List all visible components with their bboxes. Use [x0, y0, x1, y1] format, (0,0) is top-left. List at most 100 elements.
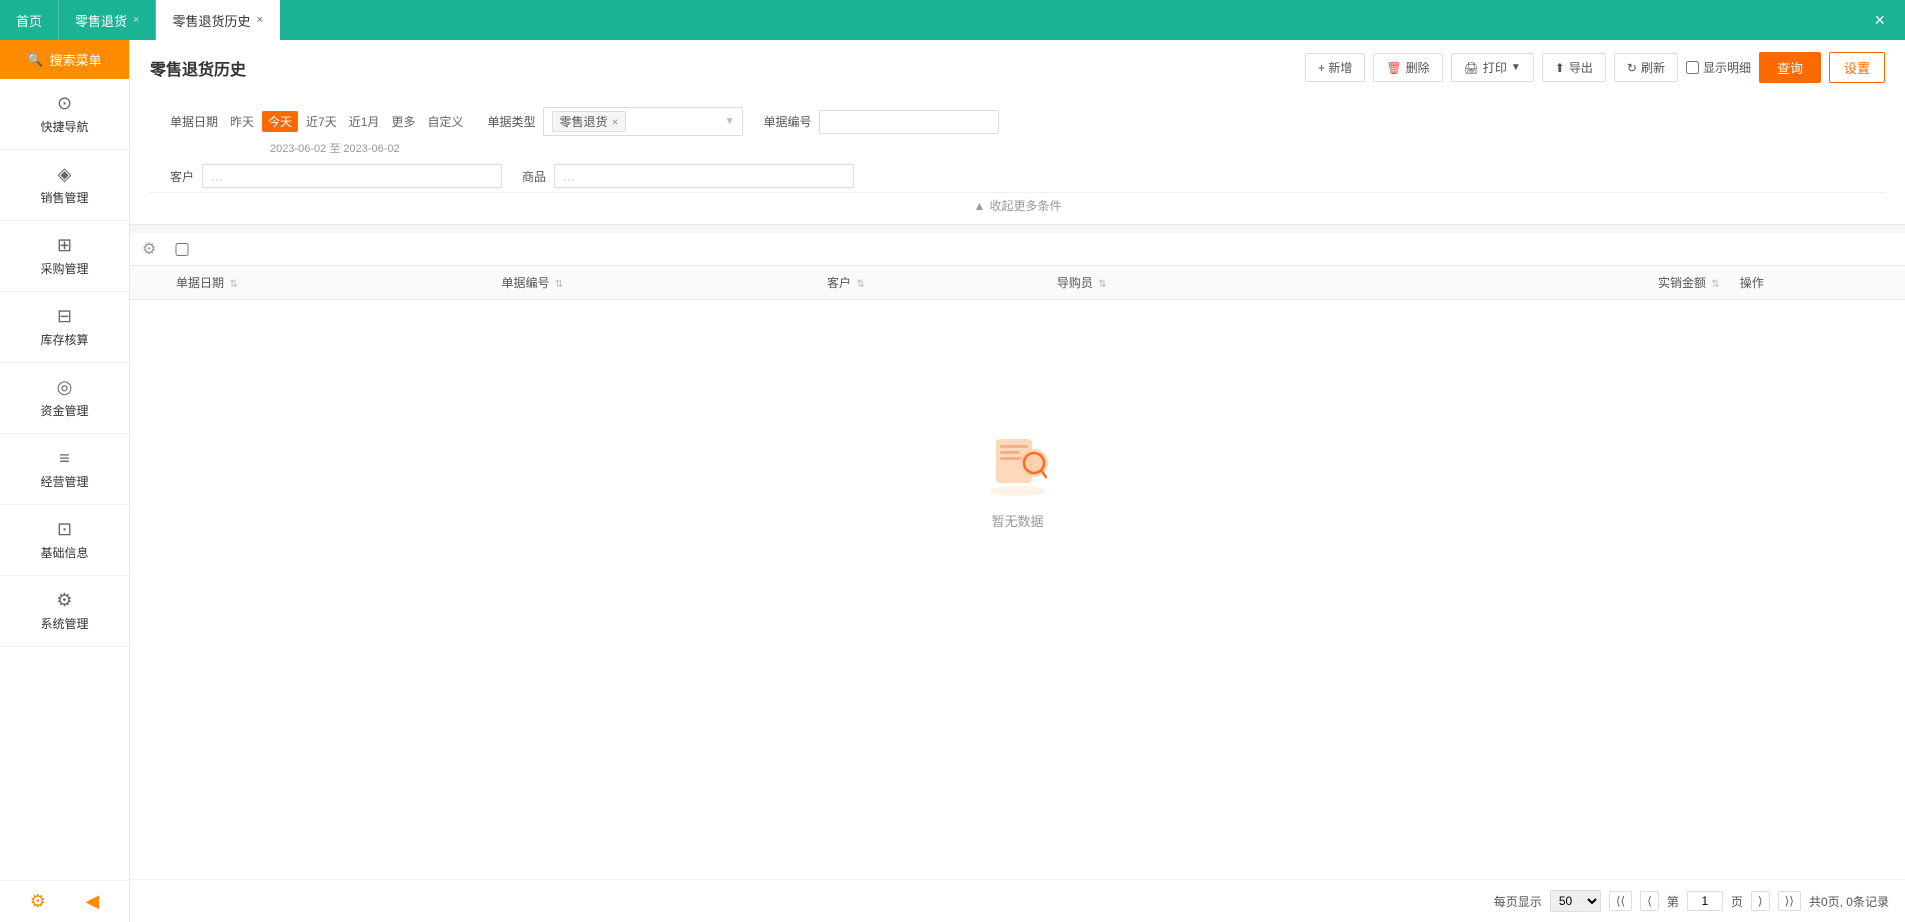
date-7days[interactable]: 近7天	[302, 111, 341, 132]
sidebar-bottom: ⚙ ◀	[0, 880, 129, 922]
filter-row-1: 单据日期 昨天 今天 近7天 近1月 更多 自定义 单据类型	[150, 103, 1885, 140]
filter-area: 单据日期 昨天 今天 近7天 近1月 更多 自定义 单据类型	[150, 93, 1885, 224]
select-all-checkbox[interactable]	[164, 243, 200, 256]
content-area: 零售退货历史 + 新增 🗑 删除 🖨 打印 ▼ ⬆	[130, 40, 1905, 922]
sort-icon-date: ⇅	[229, 279, 237, 290]
chevron-down-icon: ▼	[725, 116, 735, 127]
sidebar-item-operations[interactable]: ≡ 经营管理	[0, 434, 129, 505]
sort-icon-no: ⇅	[555, 279, 563, 290]
empty-illustration	[978, 419, 1058, 499]
sidebar-item-finance[interactable]: ◎ 资金管理	[0, 363, 129, 434]
date-range-row: 2023-06-02 至 2023-06-02	[150, 140, 1885, 160]
collapse-icon[interactable]: ◀	[85, 891, 99, 912]
display-detail-checkbox[interactable]: 显示明细	[1686, 59, 1751, 76]
date-range-label: 2023-06-02 至 2023-06-02	[270, 140, 400, 156]
th-no[interactable]: 单据编号 ⇅	[491, 266, 816, 300]
tab-retail-return[interactable]: 零售退货 ×	[59, 0, 156, 40]
table-header-row: 单据日期 ⇅ 单据编号 ⇅ 客户 ⇅ 导购员 ⇅	[130, 266, 1905, 300]
doc-type-filter: 单据类型 零售退货 × ▼	[487, 107, 743, 136]
query-button[interactable]: 查询	[1759, 52, 1821, 83]
sidebar-item-inventory[interactable]: ⊟ 库存核算	[0, 292, 129, 363]
close-icon[interactable]: ×	[256, 14, 262, 26]
th-date[interactable]: 单据日期 ⇅	[166, 266, 491, 300]
customer-select[interactable]: ...	[202, 164, 502, 188]
th-customer[interactable]: 客户 ⇅	[817, 266, 1047, 300]
print-button[interactable]: 🖨 打印 ▼	[1451, 53, 1534, 82]
tab-home[interactable]: 首页	[0, 0, 59, 40]
sort-icon-amount: ⇅	[1711, 279, 1719, 290]
sidebar-search[interactable]: 🔍 搜索菜单	[0, 40, 129, 79]
sidebar-item-quick-nav[interactable]: ⊙ 快捷导航	[0, 79, 129, 150]
display-detail-input[interactable]	[1686, 61, 1699, 74]
data-table: 单据日期 ⇅ 单据编号 ⇅ 客户 ⇅ 导购员 ⇅	[130, 266, 1905, 300]
finance-icon: ◎	[57, 377, 73, 398]
operations-icon: ≡	[59, 448, 70, 469]
th-action: 操作	[1730, 266, 1905, 300]
page-title: 零售退货历史	[150, 56, 246, 80]
date-1month[interactable]: 近1月	[345, 111, 384, 132]
main-layout: 🔍 搜索菜单 ⊙ 快捷导航 ◈ 销售管理 ⊞ 采购管理 ⊟ 库存核算 ◎ 资金管…	[0, 40, 1905, 922]
last-page-button[interactable]: ⟩⟩	[1778, 891, 1801, 911]
sidebar-item-sales[interactable]: ◈ 销售管理	[0, 150, 129, 221]
inventory-icon: ⊟	[57, 306, 72, 327]
toolbar: + 新增 🗑 删除 🖨 打印 ▼ ⬆ 导出	[1305, 52, 1885, 83]
table-container: ⚙ 单据日期 ⇅ 单据编号 ⇅	[130, 233, 1905, 922]
prev-page-button[interactable]: ⟨	[1640, 891, 1659, 911]
th-empty	[130, 266, 166, 300]
sort-icon-customer: ⇅	[856, 279, 864, 290]
sidebar-item-system[interactable]: ⚙ 系统管理	[0, 576, 129, 647]
filter-row-2: 客户 ... 商品 ...	[150, 160, 1885, 192]
page-size-select[interactable]: 50 100 200	[1550, 890, 1601, 912]
collapse-bar[interactable]: ▲ 收起更多条件	[150, 192, 1885, 218]
sales-icon: ◈	[58, 164, 72, 185]
tab-retail-return-history[interactable]: 零售退货历史 ×	[156, 0, 279, 40]
sidebar-item-purchase[interactable]: ⊞ 采购管理	[0, 221, 129, 292]
settings-icon[interactable]: ⚙	[30, 891, 46, 912]
customer-filter: 客户 ...	[170, 164, 502, 188]
close-icon[interactable]: ×	[133, 14, 139, 26]
nav-icon: ⊙	[57, 93, 72, 114]
pagination: 每页显示 50 100 200 ⟨⟨ ⟨ 第 页 ⟩ ⟩⟩ 共0页, 0条记录	[130, 879, 1905, 922]
date-yesterday[interactable]: 昨天	[226, 111, 258, 132]
date-more[interactable]: 更多	[387, 111, 419, 132]
empty-area: 暂无数据	[130, 300, 1905, 650]
date-shortcuts: 昨天 今天 近7天 近1月 更多 自定义	[226, 111, 467, 132]
doc-no-input[interactable]	[819, 110, 999, 134]
collapse-up-icon: ▲	[974, 199, 986, 213]
purchase-icon: ⊞	[57, 235, 72, 256]
top-bar: 首页 零售退货 × 零售退货历史 × ×	[0, 0, 1905, 40]
goods-filter: 商品 ...	[522, 164, 854, 188]
date-today[interactable]: 今天	[262, 111, 298, 132]
delete-button[interactable]: 🗑 删除	[1373, 53, 1442, 82]
date-filter: 单据日期 昨天 今天 近7天 近1月 更多 自定义	[170, 111, 467, 132]
goods-select[interactable]: ...	[554, 164, 854, 188]
pagination-summary: 共0页, 0条记录	[1809, 893, 1889, 910]
sidebar-item-base-info[interactable]: ⊡ 基础信息	[0, 505, 129, 576]
first-page-button[interactable]: ⟨⟨	[1609, 891, 1632, 911]
empty-text: 暂无数据	[991, 511, 1043, 530]
table-toolbar: ⚙	[130, 233, 1905, 266]
th-spacer	[1325, 266, 1405, 300]
window-close-button[interactable]: ×	[1866, 10, 1893, 31]
th-guide[interactable]: 导购员 ⇅	[1047, 266, 1325, 300]
table-settings-icon[interactable]: ⚙	[142, 239, 156, 259]
doc-type-select[interactable]: 零售退货 × ▼	[543, 107, 743, 136]
page-number-input[interactable]	[1687, 891, 1723, 911]
doc-no-filter: 单据编号	[763, 110, 999, 134]
system-icon: ⚙	[56, 590, 72, 611]
th-amount[interactable]: 实销金额 ⇅	[1404, 266, 1729, 300]
sidebar: 🔍 搜索菜单 ⊙ 快捷导航 ◈ 销售管理 ⊞ 采购管理 ⊟ 库存核算 ◎ 资金管…	[0, 40, 130, 922]
export-button[interactable]: ⬆ 导出	[1542, 53, 1606, 82]
date-custom[interactable]: 自定义	[423, 111, 467, 132]
setting-button[interactable]: 设置	[1829, 52, 1885, 83]
search-icon: 🔍	[27, 52, 43, 68]
tag-close-icon[interactable]: ×	[611, 115, 618, 129]
refresh-button[interactable]: ↻ 刷新	[1614, 53, 1678, 82]
base-info-icon: ⊡	[57, 519, 72, 540]
tab-list: 首页 零售退货 × 零售退货历史 ×	[0, 0, 1866, 40]
next-page-button[interactable]: ⟩	[1751, 891, 1770, 911]
doc-type-tag: 零售退货 ×	[552, 111, 625, 132]
sort-icon-guide: ⇅	[1098, 279, 1106, 290]
new-button[interactable]: + 新增	[1305, 53, 1365, 82]
page-title-row: 零售退货历史 + 新增 🗑 删除 🖨 打印 ▼ ⬆	[150, 52, 1885, 83]
